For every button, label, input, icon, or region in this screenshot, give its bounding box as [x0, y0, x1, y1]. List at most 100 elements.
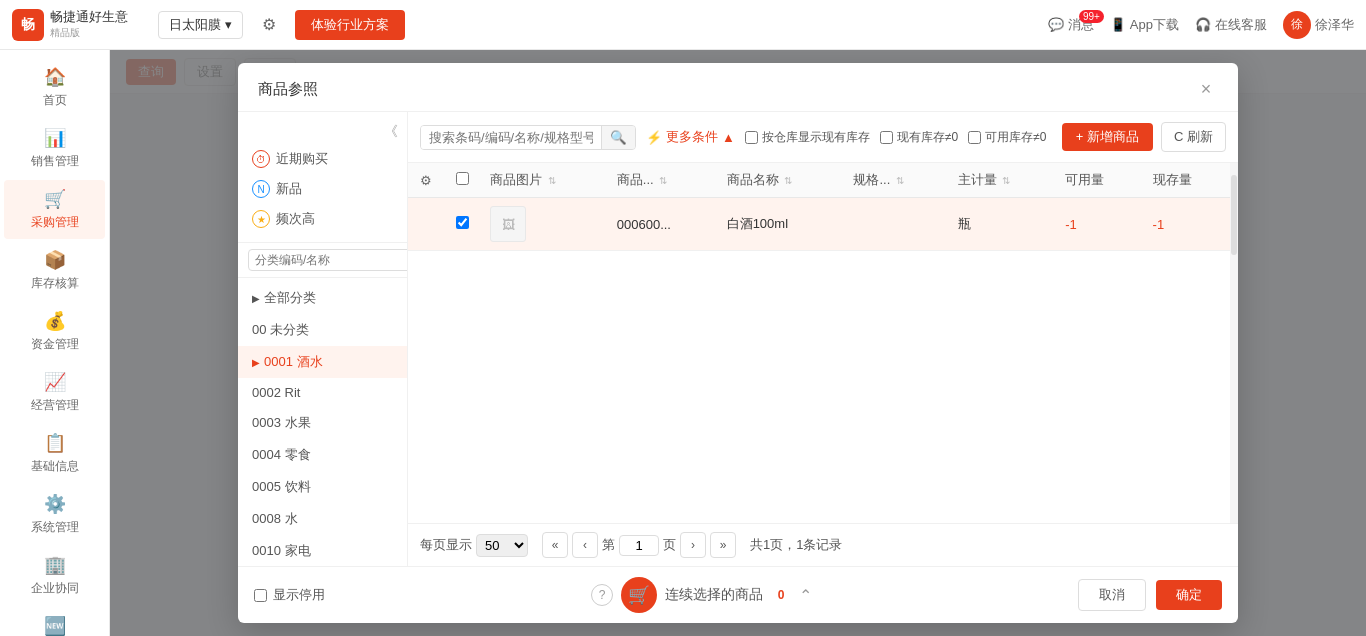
frequent-tab[interactable]: ★ 频次高 — [238, 204, 407, 234]
new-product-tab[interactable]: N 新品 — [238, 174, 407, 204]
cart-button[interactable]: 🛒 — [621, 577, 657, 613]
stock-checkbox-input[interactable] — [880, 131, 893, 144]
cancel-button[interactable]: 取消 — [1078, 579, 1146, 611]
collapse-left-icon[interactable]: 《 — [381, 122, 401, 142]
confirm-button[interactable]: 确定 — [1156, 580, 1222, 610]
experience-button[interactable]: 体验行业方案 — [295, 10, 405, 40]
sort-icon-spec[interactable]: ⇅ — [896, 175, 904, 186]
product-search-input[interactable] — [421, 126, 601, 149]
sidebar-label-sales: 销售管理 — [31, 153, 79, 170]
table-row[interactable]: 🖼 000600... 白酒100ml — [408, 198, 1230, 251]
page-input[interactable] — [619, 535, 659, 556]
row-select-checkbox[interactable] — [456, 216, 469, 229]
row-checkbox-cell[interactable] — [444, 198, 480, 251]
recent-purchase-tab[interactable]: ⏱ 近期购买 — [238, 144, 407, 174]
category-label-0005: 0005 饮料 — [252, 478, 311, 496]
phone-icon: 📱 — [1110, 17, 1126, 32]
messages-button[interactable]: 💬 消息 99+ — [1048, 16, 1094, 34]
category-item-0008[interactable]: 0008 水 — [238, 503, 407, 535]
filter-available-checkbox[interactable]: 可用库存≠0 — [968, 129, 1046, 146]
stock-checkbox-label: 现有库存≠0 — [897, 129, 958, 146]
product-search-button[interactable]: 🔍 — [601, 126, 635, 149]
sort-icon-name[interactable]: ⇅ — [784, 175, 792, 186]
category-item-0010[interactable]: 0010 家电 — [238, 535, 407, 566]
category-label-0002: 0002 Rit — [252, 385, 300, 400]
category-item-0004[interactable]: 0004 零食 — [238, 439, 407, 471]
filter-warehouse-checkbox[interactable]: 按仓库显示现有库存 — [745, 129, 870, 146]
online-service-button[interactable]: 🎧 在线客服 — [1195, 16, 1267, 34]
app-download-label: App下载 — [1130, 16, 1179, 34]
sort-icon-code[interactable]: ⇅ — [659, 175, 667, 186]
sidebar-item-guide[interactable]: 🆕 新手引导 — [4, 607, 105, 636]
table-scroll-area[interactable]: ⚙ 商品图片 ⇅ — [408, 163, 1230, 523]
product-table-container: ⚙ 商品图片 ⇅ — [408, 163, 1238, 523]
sidebar-item-enterprise[interactable]: 🏢 企业协同 — [4, 546, 105, 605]
row-name: 白酒100ml — [727, 216, 788, 231]
modal-footer: 显示停用 ? 🛒 连续选择的商品 0 ⌃ 取消 确定 — [238, 566, 1238, 623]
last-page-button[interactable]: » — [710, 532, 736, 558]
sidebar-item-inventory[interactable]: 📦 库存核算 — [4, 241, 105, 300]
avatar: 徐 — [1283, 11, 1311, 39]
branch-name: 日太阳膜 — [169, 16, 221, 34]
th-settings[interactable]: ⚙ — [408, 163, 444, 198]
sort-icon-image[interactable]: ⇅ — [548, 175, 556, 186]
more-filter-button[interactable]: ⚡ 更多条件 ▲ — [646, 128, 735, 146]
row-code-cell: 000600... — [607, 198, 717, 251]
page-navigation: « ‹ 第 页 › » — [542, 532, 736, 558]
sidebar-item-operation[interactable]: 📈 经营管理 — [4, 363, 105, 422]
next-page-button[interactable]: › — [680, 532, 706, 558]
sidebar-item-home[interactable]: 🏠 首页 — [4, 58, 105, 117]
warehouse-checkbox-input[interactable] — [745, 131, 758, 144]
app-download-button[interactable]: 📱 App下载 — [1110, 16, 1179, 34]
row-available-cell: -1 — [1055, 198, 1142, 251]
cart-icon: 🛒 — [628, 584, 650, 606]
settings-button[interactable]: ⚙ — [253, 9, 285, 41]
arrow-icon: ▶ — [252, 293, 260, 304]
sort-icon-unit[interactable]: ⇅ — [1002, 175, 1010, 186]
category-search-input[interactable] — [248, 249, 408, 271]
row-image-cell: 🖼 — [480, 198, 607, 251]
category-item-0003[interactable]: 0003 水果 — [238, 407, 407, 439]
filter-stock-checkbox[interactable]: 现有库存≠0 — [880, 129, 958, 146]
category-item-0002[interactable]: 0002 Rit — [238, 378, 407, 407]
sidebar-label-home: 首页 — [43, 92, 67, 109]
collapse-footer-icon[interactable]: ⌃ — [799, 586, 812, 605]
basic-icon: 📋 — [44, 432, 66, 454]
sidebar-item-basic[interactable]: 📋 基础信息 — [4, 424, 105, 483]
sidebar-item-finance[interactable]: 💰 资金管理 — [4, 302, 105, 361]
category-label-all: 全部分类 — [264, 289, 316, 307]
footer-middle: ? 🛒 连续选择的商品 0 ⌃ — [591, 577, 812, 613]
branch-selector[interactable]: 日太阳膜 ▾ — [158, 11, 243, 39]
first-page-button[interactable]: « — [542, 532, 568, 558]
product-reference-modal: 商品参照 × 《 ⏱ 近期购买 — [238, 63, 1238, 623]
sidebar-item-sales[interactable]: 📊 销售管理 — [4, 119, 105, 178]
th-code: 商品... ⇅ — [607, 163, 717, 198]
select-all-checkbox[interactable] — [456, 172, 469, 185]
finance-icon: 💰 — [44, 310, 66, 332]
prev-page-button[interactable]: ‹ — [572, 532, 598, 558]
th-image-label: 商品图片 — [490, 172, 542, 187]
add-product-button[interactable]: + 新增商品 — [1062, 123, 1153, 151]
sidebar-item-purchase[interactable]: 🛒 采购管理 — [4, 180, 105, 239]
category-item-00[interactable]: 00 未分类 — [238, 314, 407, 346]
available-checkbox-input[interactable] — [968, 131, 981, 144]
system-icon: ⚙️ — [44, 493, 66, 515]
row-stock: -1 — [1153, 217, 1165, 232]
new-icon: N — [252, 180, 270, 198]
category-item-0005[interactable]: 0005 饮料 — [238, 471, 407, 503]
category-item-0001[interactable]: ▶ 0001 酒水 — [238, 346, 407, 378]
show-disabled-input[interactable] — [254, 589, 267, 602]
help-icon[interactable]: ? — [591, 584, 613, 606]
category-search-bar: 🔍 — [238, 243, 407, 278]
show-disabled-checkbox[interactable]: 显示停用 — [254, 586, 325, 604]
user-profile[interactable]: 徐 徐泽华 — [1283, 11, 1354, 39]
category-item-all[interactable]: ▶ 全部分类 — [238, 282, 407, 314]
table-scrollbar[interactable] — [1230, 163, 1238, 523]
refresh-button[interactable]: C 刷新 — [1161, 122, 1226, 152]
modal-close-button[interactable]: × — [1194, 77, 1218, 101]
page-size-select[interactable]: 10 20 50 100 — [476, 534, 528, 557]
logo-text-block: 畅捷通好生意 精品版 — [50, 9, 128, 40]
sidebar-item-system[interactable]: ⚙️ 系统管理 — [4, 485, 105, 544]
sidebar-label-operation: 经营管理 — [31, 397, 79, 414]
new-label: 新品 — [276, 180, 302, 198]
